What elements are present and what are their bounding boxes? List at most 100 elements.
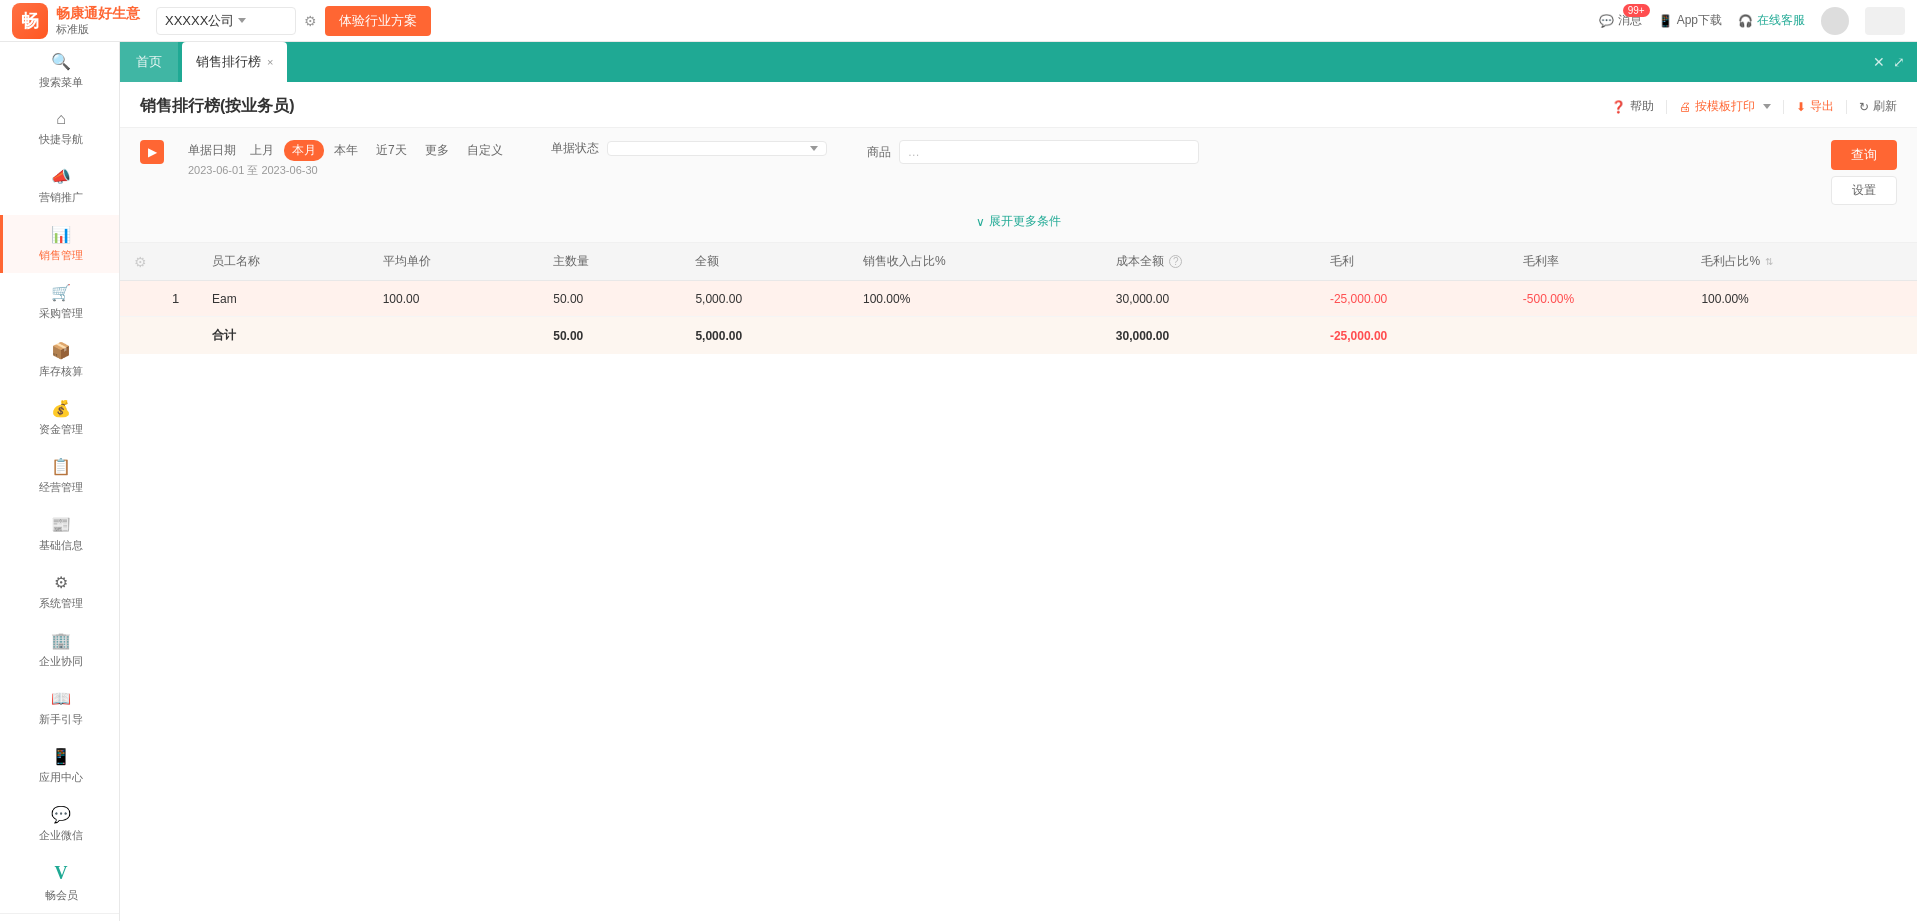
print-button[interactable]: 🖨 按模板打印 — [1679, 98, 1771, 115]
query-button[interactable]: 查询 — [1831, 140, 1897, 170]
th-sales-pct: 销售收入占比% — [851, 243, 1104, 281]
print-chevron-icon — [1763, 104, 1771, 109]
tf-avg-price — [371, 317, 542, 355]
cart-icon: 🛒 — [51, 283, 71, 302]
gear-icon: ⚙ — [54, 573, 68, 592]
tab-sales-ranking[interactable]: 销售排行榜 × — [182, 42, 287, 82]
filter-arrow[interactable]: ▶ — [140, 140, 164, 164]
sidebar-item-corp[interactable]: 🏢 企业协同 — [0, 621, 119, 679]
money-icon: 💰 — [51, 399, 71, 418]
cost-info-icon[interactable]: ? — [1169, 255, 1182, 268]
message-icon: 💬 — [1599, 14, 1614, 28]
date-tab-more[interactable]: 更多 — [417, 140, 457, 161]
settings-button[interactable]: 设置 — [1831, 176, 1897, 205]
member-icon: V — [55, 863, 68, 884]
status-filter: 单据状态 — [551, 140, 827, 157]
tab-close-icon[interactable]: × — [267, 56, 273, 68]
sidebar-item-purchase[interactable]: 🛒 采购管理 — [0, 273, 119, 331]
date-tab-7days[interactable]: 近7天 — [368, 140, 415, 161]
goods-select[interactable]: … — [899, 140, 1199, 164]
sidebar-item-system[interactable]: ⚙ 系统管理 — [0, 563, 119, 621]
notification-button[interactable]: 💬 消息 99+ — [1599, 12, 1642, 29]
sidebar-item-label: 企业协同 — [39, 654, 83, 669]
book-icon: 📖 — [51, 689, 71, 708]
close-window-icon[interactable]: ✕ — [1873, 54, 1885, 70]
tf-empty1 — [120, 317, 160, 355]
help-button[interactable]: ❓ 帮助 — [1611, 98, 1654, 115]
filter-area: ▶ 单据日期 上月 本月 本年 近7天 — [120, 128, 1917, 243]
phone-icon: 📱 — [1658, 14, 1673, 28]
divider — [1666, 100, 1667, 114]
tab-bar-actions: ✕ ⤢ — [1873, 54, 1917, 70]
table-settings-icon[interactable]: ⚙ — [134, 254, 147, 270]
th-cost: 成本全额 ? — [1104, 243, 1318, 281]
export-icon: ⬇ — [1796, 100, 1806, 114]
th-rank — [160, 243, 200, 281]
tab-home[interactable]: 首页 — [120, 42, 178, 82]
td-rank: 1 — [160, 281, 200, 317]
page-title: 销售排行榜(按业务员) — [140, 96, 295, 117]
logo-text: 畅康通好生意 标准版 — [56, 4, 140, 36]
goods-placeholder: … — [908, 145, 1190, 159]
refresh-button[interactable]: ↻ 刷新 — [1859, 98, 1897, 115]
td-settings — [120, 281, 160, 317]
td-gross-rate: -500.00% — [1511, 281, 1690, 317]
restore-window-icon[interactable]: ⤢ — [1893, 54, 1905, 70]
user-name-display — [1865, 7, 1905, 35]
box-icon: 📦 — [51, 341, 71, 360]
date-tab-prev-month[interactable]: 上月 — [242, 140, 282, 161]
goods-filter: 商品 … — [867, 140, 1199, 164]
export-button[interactable]: ⬇ 导出 — [1796, 98, 1834, 115]
company-name: XXXXX公司 — [165, 12, 234, 30]
sidebar-item-operation[interactable]: 📋 经营管理 — [0, 447, 119, 505]
status-chevron-icon — [810, 146, 818, 151]
sidebar-item-basic[interactable]: 📰 基础信息 — [0, 505, 119, 563]
sidebar-item-member[interactable]: V 畅会员 — [0, 853, 119, 913]
sidebar-item-label: 资金管理 — [39, 422, 83, 437]
date-label: 单据日期 — [188, 142, 236, 159]
th-settings: ⚙ — [120, 243, 160, 281]
top-bar: 畅 畅康通好生意 标准版 XXXXX公司 ⚙ 体验行业方案 💬 消息 99+ 📱 — [0, 0, 1917, 42]
th-gross: 毛利 — [1318, 243, 1511, 281]
sidebar-item-search[interactable]: 🔍 搜索菜单 — [0, 42, 119, 100]
sidebar-item-label: 基础信息 — [39, 538, 83, 553]
sidebar-item-weixin[interactable]: 💬 企业微信 — [0, 795, 119, 853]
table-footer: 合计 50.00 5,000.00 30,000.00 -25,000.00 — [120, 317, 1917, 355]
th-qty: 主数量 — [541, 243, 683, 281]
tf-gross-pct — [1689, 317, 1917, 355]
query-area: 查询 设置 — [1831, 140, 1897, 205]
trial-button[interactable]: 体验行业方案 — [325, 6, 431, 36]
status-select[interactable] — [607, 141, 827, 156]
sidebar-item-guide[interactable]: 📖 新手引导 — [0, 679, 119, 737]
content-area: 首页 销售排行榜 × ✕ ⤢ 销售排行榜(按业务员) — [120, 42, 1917, 921]
sidebar-item-appstore[interactable]: 📱 应用中心 — [0, 737, 119, 795]
date-tab-year[interactable]: 本年 — [326, 140, 366, 161]
th-avg-price: 平均单价 — [371, 243, 542, 281]
table-row: 1 Eam 100.00 50.00 5,000.00 100.00% 30,0… — [120, 281, 1917, 317]
date-tab-custom[interactable]: 自定义 — [459, 140, 511, 161]
td-avg-price: 100.00 — [371, 281, 542, 317]
sidebar-item-nav[interactable]: ⌂ 快捷导航 — [0, 100, 119, 157]
main-area: 🔍 搜索菜单 ⌂ 快捷导航 📣 营销推广 📊 销售管理 🛒 采购管理 📦 — [0, 42, 1917, 921]
settings-icon[interactable]: ⚙ — [304, 13, 317, 29]
sidebar-item-marketing[interactable]: 📣 营销推广 — [0, 157, 119, 215]
building-icon: 🏢 — [51, 631, 71, 650]
sidebar: 🔍 搜索菜单 ⌂ 快捷导航 📣 营销推广 📊 销售管理 🛒 采购管理 📦 — [0, 42, 120, 921]
online-service-button[interactable]: 🎧 在线客服 — [1738, 12, 1805, 29]
date-tab-current-month[interactable]: 本月 — [284, 140, 324, 161]
sidebar-bottom: ⚙ ◀ — [0, 913, 119, 921]
app-download-button[interactable]: 📱 App下载 — [1658, 12, 1722, 29]
avatar[interactable] — [1821, 7, 1849, 35]
sidebar-item-inventory[interactable]: 📦 库存核算 — [0, 331, 119, 389]
tf-gross-rate — [1511, 317, 1690, 355]
report-icon: 📋 — [51, 457, 71, 476]
tf-amount: 5,000.00 — [683, 317, 851, 355]
sidebar-item-label: 快捷导航 — [39, 132, 83, 147]
tf-sales-pct — [851, 317, 1104, 355]
expand-button[interactable]: ∨ 展开更多条件 — [140, 213, 1897, 230]
sidebar-item-finance[interactable]: 💰 资金管理 — [0, 389, 119, 447]
company-select[interactable]: XXXXX公司 — [156, 7, 296, 35]
sort-icon[interactable]: ⇅ — [1765, 256, 1773, 267]
sidebar-item-sales[interactable]: 📊 销售管理 — [0, 215, 119, 273]
tf-qty: 50.00 — [541, 317, 683, 355]
